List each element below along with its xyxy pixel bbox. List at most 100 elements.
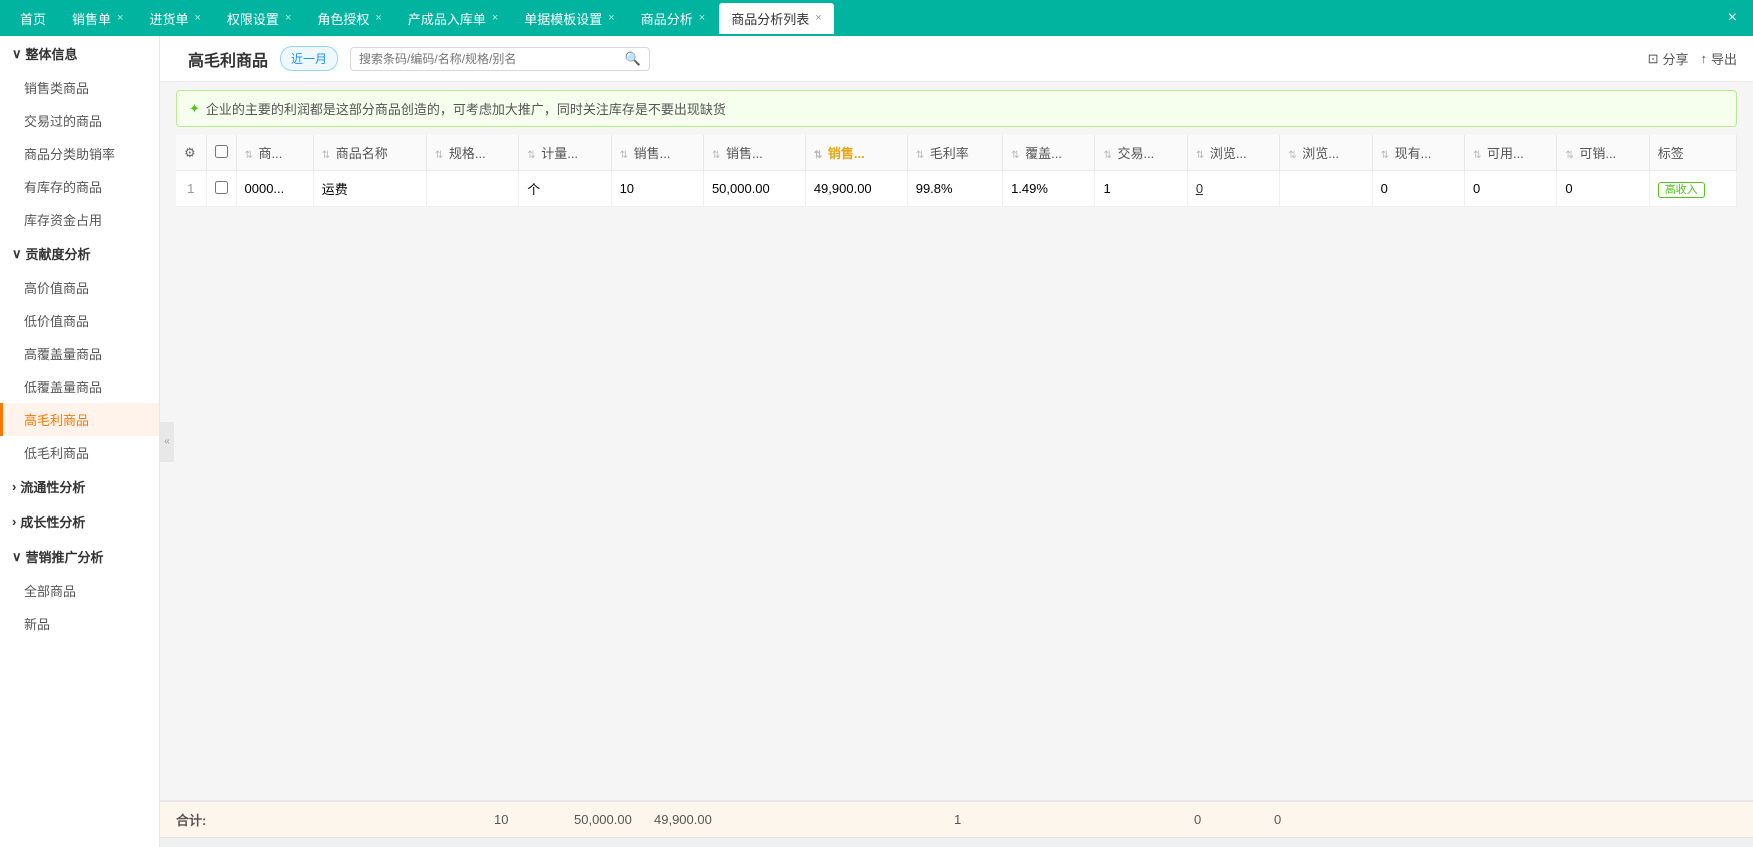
row-browse2 [1280,171,1372,207]
nav-tab-home[interactable]: 首页 [8,3,58,34]
nav-tab-analysis[interactable]: 商品分析 × [629,3,717,34]
goods-table: ⚙ ⇅ 商... ⇅ 商品名称 [176,135,1737,207]
export-icon: ↑ [1700,51,1707,66]
col-browse1[interactable]: ⇅ 浏览... [1187,135,1279,171]
horizontal-scrollbar[interactable] [160,837,1753,847]
sidebar-item-high-margin[interactable]: 高毛利商品 [0,403,159,436]
sidebar-group-marketing[interactable]: ∨ 营销推广分析 [0,539,159,574]
row-checkbox[interactable] [206,171,236,207]
filter-recent-month-button[interactable]: 近一月 [280,46,338,71]
row-sales-profit: 49,900.00 [805,171,907,207]
close-tab-analysis[interactable]: × [699,12,705,24]
sidebar-item-low-margin[interactable]: 低毛利商品 [0,436,159,469]
sidebar-group-overall[interactable]: ∨ 整体信息 [0,36,159,71]
nav-tab-permission[interactable]: 权限设置 × [215,3,303,34]
nav-tab-finished[interactable]: 产成品入库单 × [396,3,510,34]
sidebar: ∨ 整体信息 销售类商品 交易过的商品 商品分类助销率 有库存的商品 库存资金占… [0,36,160,847]
sidebar-item-category-rate[interactable]: 商品分类助销率 [0,137,159,170]
content-area: « 高毛利商品 近一月 🔍 ⊡ 分享 ↑ 导出 ✦ 企 [160,36,1753,847]
sort-icon-unit: ⇅ [527,150,535,161]
sort-icon-sales-profit: ⇅ [814,150,822,161]
col-spec[interactable]: ⇅ 规格... [426,135,518,171]
row-select-checkbox[interactable] [215,181,228,194]
close-tab-role[interactable]: × [375,12,381,24]
row-available: 0 [1464,171,1556,207]
sidebar-item-high-coverage[interactable]: 高覆盖量商品 [0,337,159,370]
share-icon: ⊡ [1648,51,1659,67]
sidebar-item-high-value[interactable]: 高价值商品 [0,271,159,304]
tag-badge: 高收入 [1658,182,1705,198]
sort-icon-transaction: ⇅ [1103,150,1111,161]
sort-icon-code: ⇅ [245,150,253,161]
sort-icon-name: ⇅ [322,150,330,161]
table-wrapper[interactable]: ⚙ ⇅ 商... ⇅ 商品名称 [176,135,1737,800]
search-box[interactable]: 🔍 [350,47,650,71]
nav-tab-template[interactable]: 单据模板设置 × [512,3,626,34]
close-tab-template[interactable]: × [608,12,614,24]
sort-icon-sales-amount: ⇅ [712,150,720,161]
col-unit[interactable]: ⇅ 计量... [519,135,611,171]
col-sellable[interactable]: ⇅ 可销... [1557,135,1649,171]
col-checkbox[interactable] [206,135,236,171]
sidebar-item-all-goods[interactable]: 全部商品 [0,574,159,607]
col-current-stock[interactable]: ⇅ 现有... [1372,135,1464,171]
close-tab-finished[interactable]: × [492,12,498,24]
gear-icon[interactable]: ⚙ [184,145,196,160]
row-coverage: 1.49% [1003,171,1095,207]
col-sales-amount[interactable]: ⇅ 销售... [703,135,805,171]
col-margin-rate[interactable]: ⇅ 毛利率 [907,135,1002,171]
sidebar-group-circulation[interactable]: › 流通性分析 [0,469,159,504]
window-close-button[interactable]: × [1720,9,1745,27]
sidebar-item-low-coverage[interactable]: 低覆盖量商品 [0,370,159,403]
footer-available: 0 [1266,812,1346,827]
sidebar-group-growth[interactable]: › 成长性分析 [0,504,159,539]
footer-sales-profit: 49,900.00 [646,812,726,827]
nav-tab-sales[interactable]: 销售单 × [60,3,135,34]
col-name[interactable]: ⇅ 商品名称 [313,135,426,171]
row-browse1[interactable]: 0 [1187,171,1279,207]
top-navigation: 首页 销售单 × 进货单 × 权限设置 × 角色授权 × 产成品入库单 × 单据… [0,0,1753,36]
col-sales-profit[interactable]: ⇅ 销售... [805,135,907,171]
col-code[interactable]: ⇅ 商... [236,135,313,171]
search-input[interactable] [359,52,625,66]
sidebar-item-stock-fund[interactable]: 库存资金占用 [0,203,159,236]
close-tab-permission[interactable]: × [285,12,291,24]
select-all-checkbox[interactable] [215,145,228,158]
col-available[interactable]: ⇅ 可用... [1464,135,1556,171]
footer-sales-amount: 50,000.00 [566,812,646,827]
sidebar-collapse-button[interactable]: « [160,422,174,462]
sidebar-item-sales-goods[interactable]: 销售类商品 [0,71,159,104]
nav-tab-role[interactable]: 角色授权 × [305,3,393,34]
close-tab-sales[interactable]: × [117,12,123,24]
row-spec [426,171,518,207]
sidebar-item-low-value[interactable]: 低价值商品 [0,304,159,337]
info-banner: ✦ 企业的主要的利润都是这部分商品创造的，可考虑加大推广，同时关注库存是不要出现… [176,90,1737,127]
footer-transaction: 1 [946,812,1026,827]
close-tab-analysis-list[interactable]: × [815,12,821,24]
nav-tab-purchase[interactable]: 进货单 × [137,3,212,34]
share-button[interactable]: ⊡ 分享 [1648,49,1689,68]
col-tag[interactable]: 标签 [1649,135,1736,171]
export-button[interactable]: ↑ 导出 [1700,49,1737,68]
sidebar-item-stock-goods[interactable]: 有库存的商品 [0,170,159,203]
col-gear[interactable]: ⚙ [176,135,206,171]
sidebar-group-contribution[interactable]: ∨ 贡献度分析 [0,236,159,271]
main-layout: ∨ 整体信息 销售类商品 交易过的商品 商品分类助销率 有库存的商品 库存资金占… [0,36,1753,847]
col-browse2[interactable]: ⇅ 浏览... [1280,135,1372,171]
nav-tab-analysis-list[interactable]: 商品分析列表 × [719,3,833,34]
row-transaction: 1 [1095,171,1187,207]
col-coverage[interactable]: ⇅ 覆盖... [1003,135,1095,171]
close-tab-purchase[interactable]: × [194,12,200,24]
page-title: 高毛利商品 [188,47,268,71]
footer-sales-qty: 10 [486,812,566,827]
sidebar-item-new-goods[interactable]: 新品 [0,607,159,640]
browse1-link[interactable]: 0 [1196,181,1203,196]
footer-spacer3 [1026,812,1186,827]
row-unit: 个 [519,171,611,207]
footer-spacer2 [726,812,946,827]
sidebar-item-traded-goods[interactable]: 交易过的商品 [0,104,159,137]
row-name: 运费 [313,171,426,207]
search-icon[interactable]: 🔍 [625,51,641,67]
col-sales-qty[interactable]: ⇅ 销售... [611,135,703,171]
col-transaction[interactable]: ⇅ 交易... [1095,135,1187,171]
